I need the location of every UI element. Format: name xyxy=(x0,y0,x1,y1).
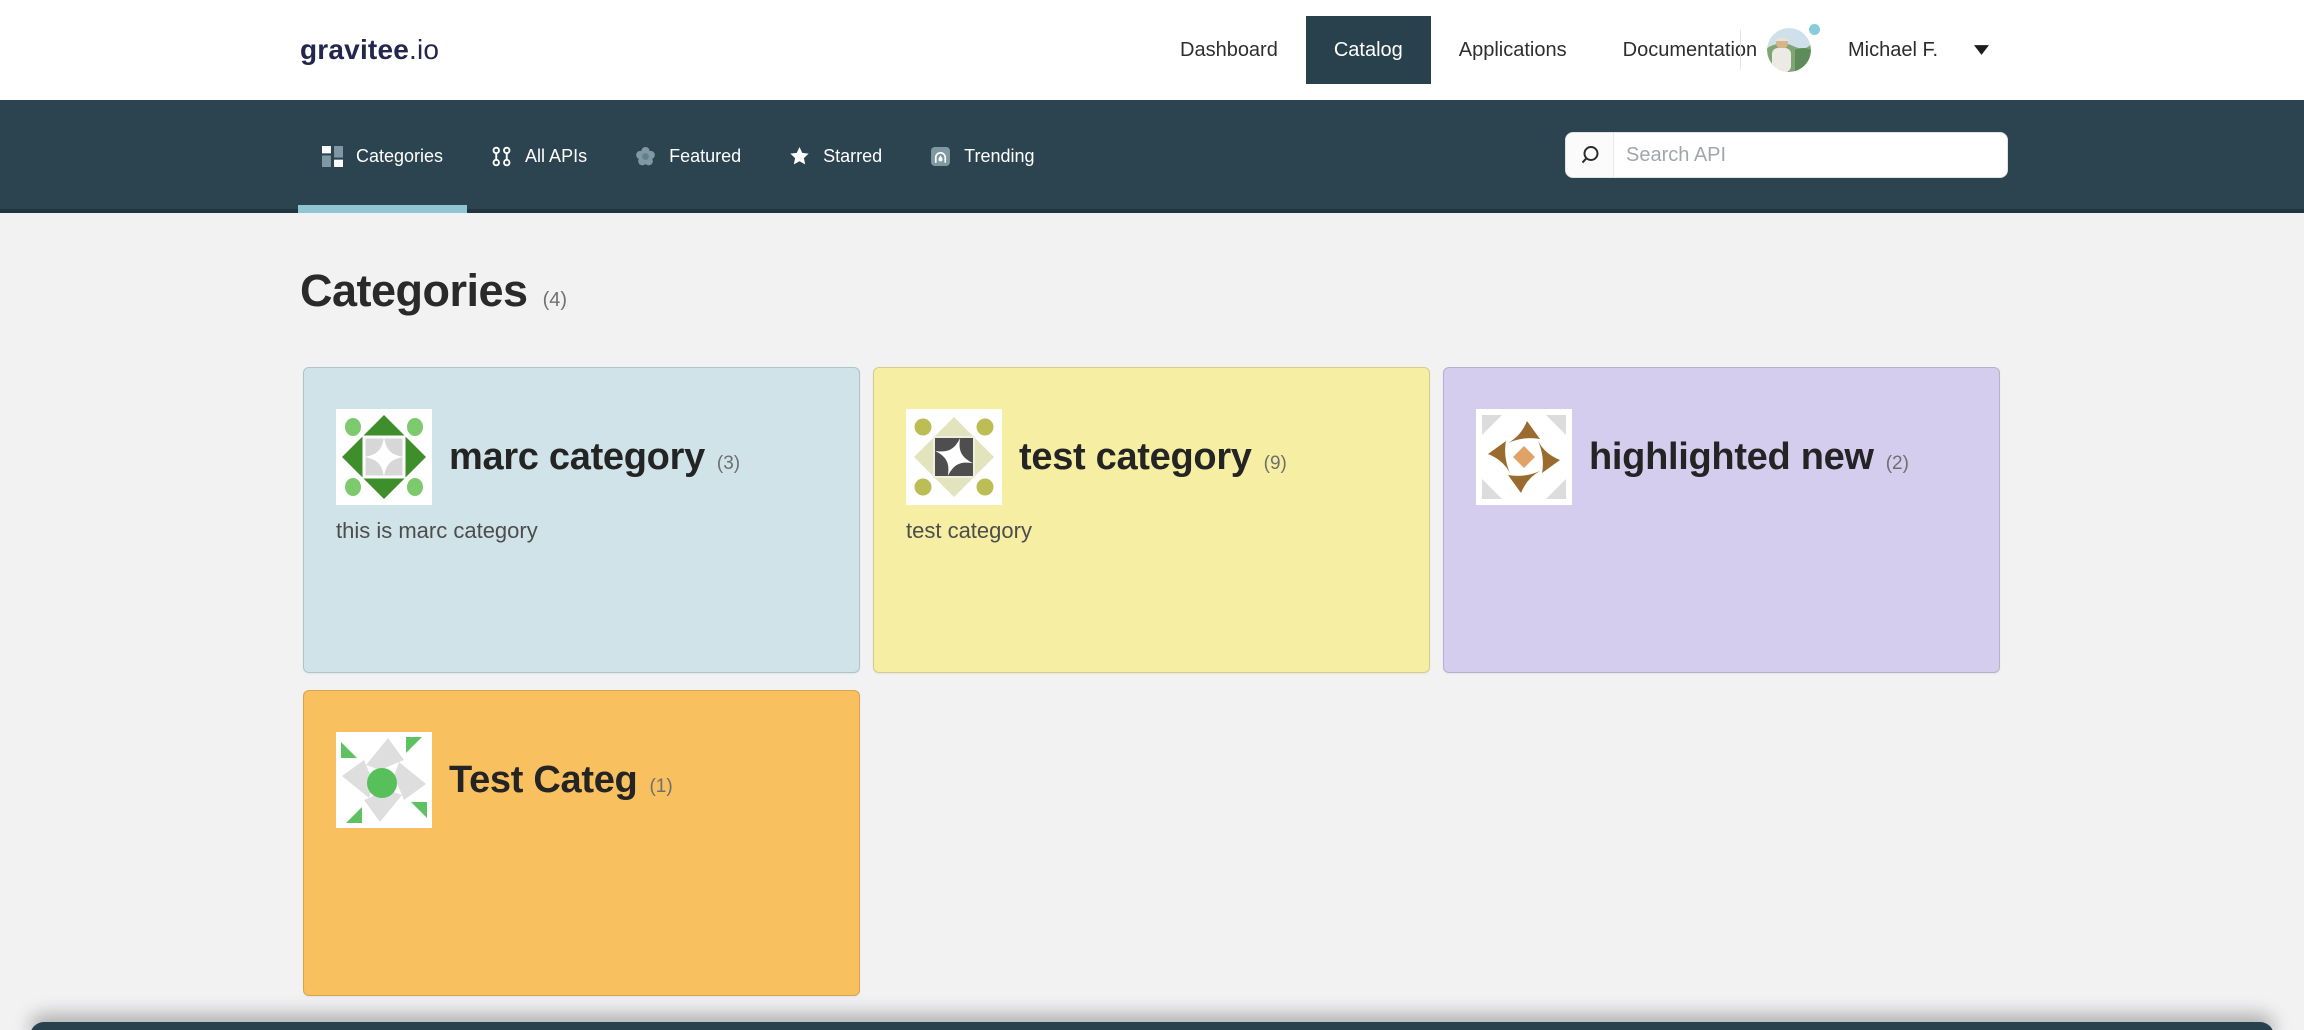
card-head: highlighted new (2) xyxy=(1476,409,1967,505)
card-head: marc category (3) xyxy=(336,409,827,505)
card-title: test category xyxy=(1019,436,1252,479)
card-count: (9) xyxy=(1264,453,1287,475)
tab-categories[interactable]: Categories xyxy=(298,100,467,213)
search-icon xyxy=(1579,144,1601,166)
card-count: (3) xyxy=(717,453,740,475)
tab-label: Categories xyxy=(356,146,443,167)
nav-item-applications[interactable]: Applications xyxy=(1431,16,1595,84)
card-head: test category (9) xyxy=(906,409,1397,505)
category-card-test-category[interactable]: test category (9) test category xyxy=(873,367,1430,673)
api-nodes-icon xyxy=(491,146,512,167)
flower-icon xyxy=(635,146,656,167)
card-title-row: test category (9) xyxy=(1019,436,1287,479)
tab-label: Featured xyxy=(669,146,741,167)
card-title-row: marc category (3) xyxy=(449,436,740,479)
avatar xyxy=(1767,28,1811,72)
card-title: Test Categ xyxy=(449,759,637,802)
page-title: Categories xyxy=(300,265,528,317)
card-title: highlighted new xyxy=(1589,436,1874,479)
search-input[interactable] xyxy=(1614,133,2007,177)
flame-icon xyxy=(930,146,951,167)
top-navigation: Dashboard Catalog Applications Documenta… xyxy=(1152,0,1785,100)
card-description: this is marc category xyxy=(336,518,827,544)
tab-label: All APIs xyxy=(525,146,587,167)
grid-icon xyxy=(322,146,343,167)
category-grid: marc category (3) this is marc category xyxy=(303,367,2000,996)
tab-trending[interactable]: Trending xyxy=(906,100,1058,213)
nav-item-documentation[interactable]: Documentation xyxy=(1595,16,1786,84)
tab-featured[interactable]: Featured xyxy=(611,100,765,213)
search-box xyxy=(1565,132,2008,178)
top-header: gravitee.io Dashboard Catalog Applicatio… xyxy=(0,0,2304,100)
category-card-highlighted-new[interactable]: highlighted new (2) xyxy=(1443,367,2000,673)
category-card-test-categ[interactable]: Test Categ (1) xyxy=(303,690,860,996)
user-menu[interactable]: Michael F. xyxy=(1767,0,1989,100)
gravitee-logo[interactable]: gravitee.io xyxy=(300,34,439,66)
card-title-row: Test Categ (1) xyxy=(449,759,673,802)
identicon-green-flower xyxy=(336,732,432,828)
page-title-count: (4) xyxy=(543,289,567,312)
catalog-subnav: Categories All APIs Featured Starr xyxy=(0,100,2304,213)
nav-item-dashboard[interactable]: Dashboard xyxy=(1152,16,1306,84)
card-head: Test Categ (1) xyxy=(336,732,827,828)
footer-top-edge xyxy=(30,1022,2274,1030)
nav-item-catalog[interactable]: Catalog xyxy=(1306,16,1431,84)
catalog-tabs: Categories All APIs Featured Starr xyxy=(298,100,1059,213)
tab-starred[interactable]: Starred xyxy=(765,100,906,213)
chevron-down-icon xyxy=(1974,45,1989,55)
card-count: (2) xyxy=(1886,453,1909,475)
tab-label: Trending xyxy=(964,146,1034,167)
tab-label: Starred xyxy=(823,146,882,167)
card-title: marc category xyxy=(449,436,705,479)
card-description: test category xyxy=(906,518,1397,544)
star-icon xyxy=(789,146,810,167)
identicon-green-star xyxy=(336,409,432,505)
identicon-olive-pinwheel xyxy=(906,409,1002,505)
page-heading: Categories (4) xyxy=(300,265,567,317)
online-status-dot xyxy=(1809,24,1820,35)
card-title-row: highlighted new (2) xyxy=(1589,436,1909,479)
main-content: Categories (4) marc category (3) thi xyxy=(0,213,2304,1030)
user-name: Michael F. xyxy=(1848,39,1938,62)
identicon-brown-darts xyxy=(1476,409,1572,505)
card-count: (1) xyxy=(649,776,672,798)
tab-all-apis[interactable]: All APIs xyxy=(467,100,611,213)
category-card-marc-category[interactable]: marc category (3) this is marc category xyxy=(303,367,860,673)
header-divider xyxy=(1740,30,1741,70)
search-icon-cell xyxy=(1566,133,1614,177)
